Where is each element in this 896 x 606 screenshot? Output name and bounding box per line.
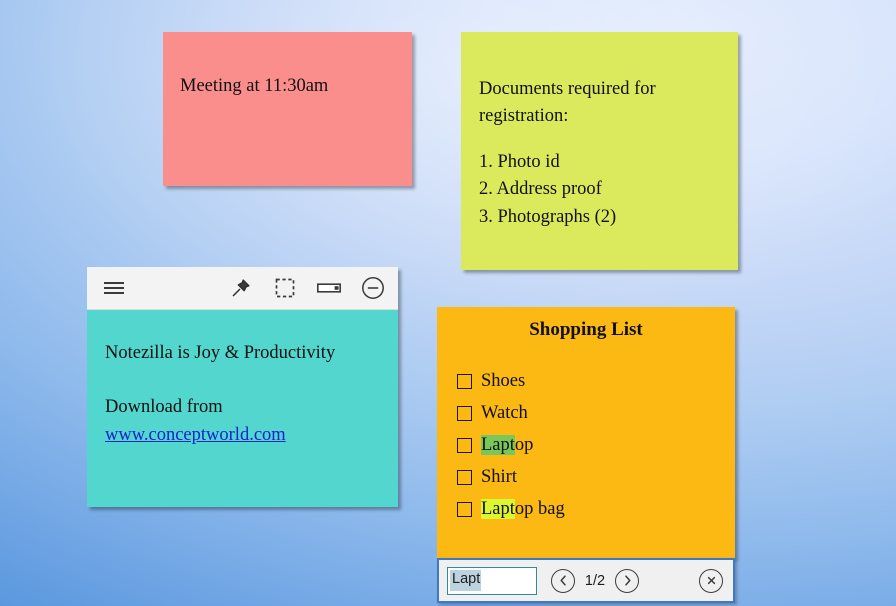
search-bar[interactable]: Lapt 1/2 xyxy=(437,558,735,603)
note-content-shopping[interactable]: Shopping List Shoes Watch Laptop Shirt L… xyxy=(437,307,735,558)
note-line: 2. Address proof xyxy=(479,179,602,200)
list-item[interactable]: Laptop xyxy=(457,430,735,462)
search-match-current: Lapt xyxy=(481,499,515,520)
roll-up-bar-icon[interactable] xyxy=(316,275,342,301)
conceptworld-link[interactable]: www.conceptworld.com xyxy=(105,425,286,445)
search-input[interactable]: Lapt xyxy=(447,566,537,595)
shopping-list-items: Shoes Watch Laptop Shirt Laptop bag xyxy=(437,366,735,526)
note-line: Documents required for xyxy=(479,79,656,99)
toolbar-left-group xyxy=(101,275,127,301)
checkbox-icon[interactable] xyxy=(457,470,472,486)
search-nav-group: 1/2 xyxy=(551,568,639,593)
note-line: 1. Photo id xyxy=(479,151,560,172)
search-input-value: Lapt xyxy=(450,570,482,591)
chevron-right-circle-icon[interactable] xyxy=(615,568,639,593)
list-item-label-rest: op bag xyxy=(514,499,565,520)
note-text-notezilla[interactable]: Notezilla is Joy & Productivity Download… xyxy=(87,310,398,507)
note-toolbar[interactable] xyxy=(87,267,398,310)
list-item-label: Shirt xyxy=(481,467,517,488)
list-item-label: Laptop xyxy=(481,435,533,456)
dashed-selection-icon[interactable] xyxy=(272,275,298,301)
note-content-documents[interactable]: Documents required for registration: 1. … xyxy=(461,32,738,270)
circled-minus-icon[interactable] xyxy=(360,275,386,301)
note-content-notezilla[interactable]: Notezilla is Joy & Productivity Download… xyxy=(87,267,398,507)
note-line: Meeting at 11:30am xyxy=(180,76,329,96)
search-match-counter: 1/2 xyxy=(584,572,606,589)
note-line: 3. Photographs (2) xyxy=(479,206,617,227)
list-item[interactable]: Shirt xyxy=(457,462,735,494)
close-circle-icon[interactable] xyxy=(699,568,723,593)
list-item-label: Shoes xyxy=(481,371,526,392)
list-item[interactable]: Shoes xyxy=(457,366,735,398)
pin-icon[interactable] xyxy=(228,275,254,301)
checkbox-icon[interactable] xyxy=(457,374,472,390)
checkbox-icon[interactable] xyxy=(457,406,472,422)
list-item-label: Watch xyxy=(481,403,528,424)
shopping-list-title: Shopping List xyxy=(529,319,643,340)
hamburger-menu-icon[interactable] xyxy=(101,275,127,301)
sticky-note-notezilla[interactable]: Notezilla is Joy & Productivity Download… xyxy=(87,267,398,507)
list-item-label: Laptop bag xyxy=(481,499,565,520)
note-blank-line xyxy=(479,131,738,149)
note-line: Notezilla is Joy & Productivity xyxy=(105,343,336,363)
search-match-previous: Lapt xyxy=(481,435,515,456)
note-blank-line xyxy=(105,368,398,394)
chevron-left-circle-icon[interactable] xyxy=(551,568,575,593)
sticky-note-shopping[interactable]: Shopping List Shoes Watch Laptop Shirt L… xyxy=(437,307,735,558)
note-line: Download from xyxy=(105,396,223,417)
list-item[interactable]: Watch xyxy=(457,398,735,430)
checkbox-icon[interactable] xyxy=(457,502,472,518)
toolbar-right-group xyxy=(228,275,386,301)
list-item[interactable]: Laptop bag xyxy=(457,494,735,526)
checkbox-icon[interactable] xyxy=(457,438,472,454)
note-line-link: www.conceptworld.com xyxy=(105,422,398,450)
list-item-label-rest: op xyxy=(514,435,534,456)
sticky-note-documents[interactable]: Documents required for registration: 1. … xyxy=(461,32,738,270)
sticky-note-meeting[interactable]: Meeting at 11:30am xyxy=(163,32,412,186)
note-content-meeting[interactable]: Meeting at 11:30am xyxy=(163,32,412,186)
note-line: registration: xyxy=(479,106,569,127)
